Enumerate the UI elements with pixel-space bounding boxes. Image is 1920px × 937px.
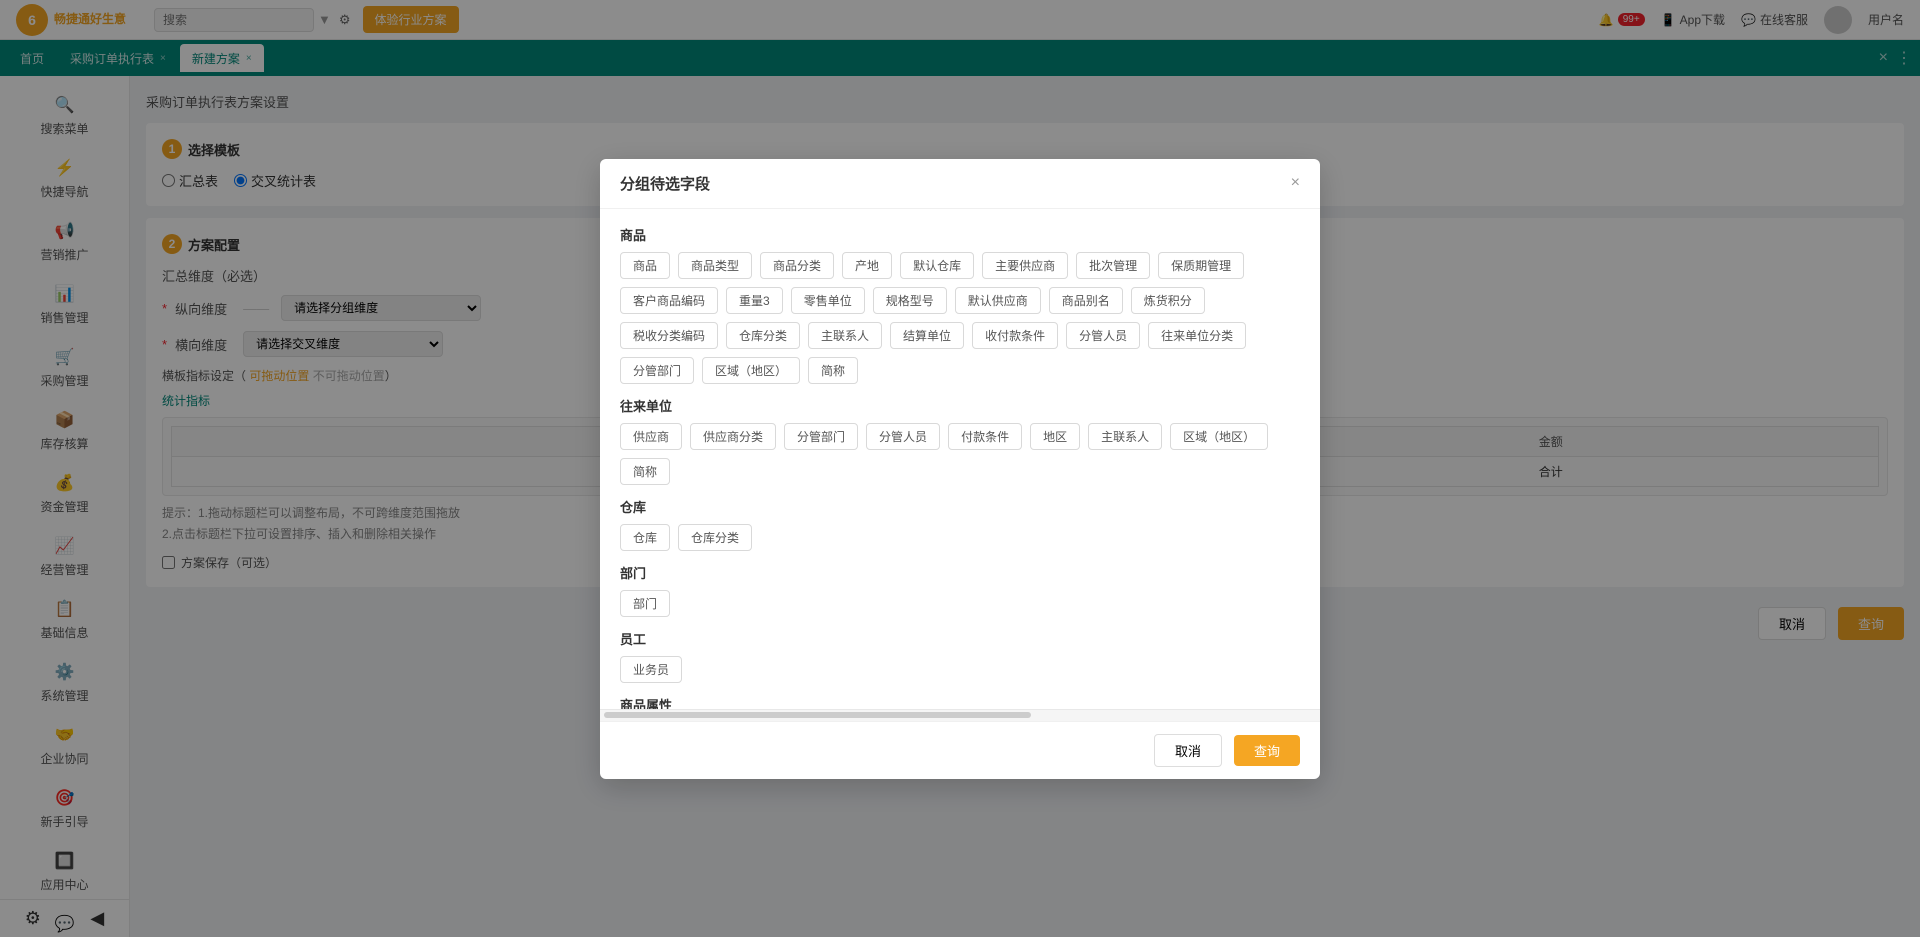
field-tag[interactable]: 简称 [620, 458, 670, 485]
field-tag[interactable]: 默认仓库 [900, 252, 974, 279]
field-tag[interactable]: 零售单位 [791, 287, 865, 314]
field-tag[interactable]: 业务员 [620, 656, 682, 683]
field-tag[interactable]: 收付款条件 [972, 322, 1058, 349]
modal-close-button[interactable]: × [1291, 174, 1300, 192]
modal-title: 分组待选字段 [620, 173, 710, 194]
field-tags-仓库: 仓库仓库分类 [620, 524, 1300, 551]
field-group-title-往来单位: 往来单位 [620, 396, 1300, 415]
field-tag[interactable]: 保质期管理 [1158, 252, 1244, 279]
field-tag[interactable]: 炼货积分 [1131, 287, 1205, 314]
field-tags-部门: 部门 [620, 590, 1300, 617]
field-tag[interactable]: 分管部门 [620, 357, 694, 384]
field-tag[interactable]: 部门 [620, 590, 670, 617]
modal-horizontal-scrollbar[interactable] [600, 709, 1320, 721]
field-tag[interactable]: 税收分类编码 [620, 322, 718, 349]
field-group-title-部门: 部门 [620, 563, 1300, 582]
field-tag[interactable]: 商品分类 [760, 252, 834, 279]
modal-overlay[interactable]: 分组待选字段 × 商品商品商品类型商品分类产地默认仓库主要供应商批次管理保质期管… [0, 0, 1920, 937]
field-tag[interactable]: 主联系人 [1088, 423, 1162, 450]
modal-dialog: 分组待选字段 × 商品商品商品类型商品分类产地默认仓库主要供应商批次管理保质期管… [600, 159, 1320, 779]
field-tags-商品: 商品商品类型商品分类产地默认仓库主要供应商批次管理保质期管理客户商品编码重量3 零… [620, 252, 1300, 384]
field-tag[interactable]: 批次管理 [1076, 252, 1150, 279]
field-group-title-商品: 商品 [620, 225, 1300, 244]
field-tag[interactable]: 结算单位 [890, 322, 964, 349]
field-tag[interactable]: 客户商品编码 [620, 287, 718, 314]
field-tag[interactable]: 规格型号 [873, 287, 947, 314]
field-tag[interactable]: 区域（地区） [1170, 423, 1268, 450]
field-tag[interactable]: 商品类型 [678, 252, 752, 279]
field-tags-往来单位: 供应商供应商分类分管部门分管人员付款条件地区主联系人区域（地区） 简称 [620, 423, 1300, 485]
field-group-title-仓库: 仓库 [620, 497, 1300, 516]
field-tag[interactable]: 主要供应商 [982, 252, 1068, 279]
field-tag[interactable]: 仓库 [620, 524, 670, 551]
field-tag[interactable]: 付款条件 [948, 423, 1022, 450]
field-tag[interactable]: 地区 [1030, 423, 1080, 450]
modal-header: 分组待选字段 × [600, 159, 1320, 209]
field-tag[interactable]: 分管部门 [784, 423, 858, 450]
field-group-title-员工: 员工 [620, 629, 1300, 648]
modal-hscroll-thumb [604, 712, 1031, 718]
field-tag[interactable]: 商品 [620, 252, 670, 279]
field-tag[interactable]: 供应商 [620, 423, 682, 450]
field-group-title-商品属性: 商品属性 [620, 695, 1300, 709]
modal-body: 商品商品商品类型商品分类产地默认仓库主要供应商批次管理保质期管理客户商品编码重量… [600, 209, 1320, 709]
field-tag[interactable]: 往来单位分类 [1148, 322, 1246, 349]
modal-confirm-button[interactable]: 查询 [1234, 735, 1300, 766]
field-tag[interactable]: 分管人员 [1066, 322, 1140, 349]
field-tag[interactable]: 区域（地区） [702, 357, 800, 384]
modal-footer: 取消 查询 [600, 721, 1320, 779]
field-tag[interactable]: 分管人员 [866, 423, 940, 450]
field-tag[interactable]: 简称 [808, 357, 858, 384]
field-tag[interactable]: 主联系人 [808, 322, 882, 349]
field-tags-员工: 业务员 [620, 656, 1300, 683]
field-tag[interactable]: 仓库分类 [726, 322, 800, 349]
field-tag[interactable]: 默认供应商 [955, 287, 1041, 314]
field-tag[interactable]: 供应商分类 [690, 423, 776, 450]
field-tag[interactable]: 商品别名 [1049, 287, 1123, 314]
field-tag[interactable]: 重量3 [726, 287, 783, 314]
field-tag[interactable]: 仓库分类 [678, 524, 752, 551]
modal-cancel-button[interactable]: 取消 [1154, 734, 1222, 767]
field-tag[interactable]: 产地 [842, 252, 892, 279]
